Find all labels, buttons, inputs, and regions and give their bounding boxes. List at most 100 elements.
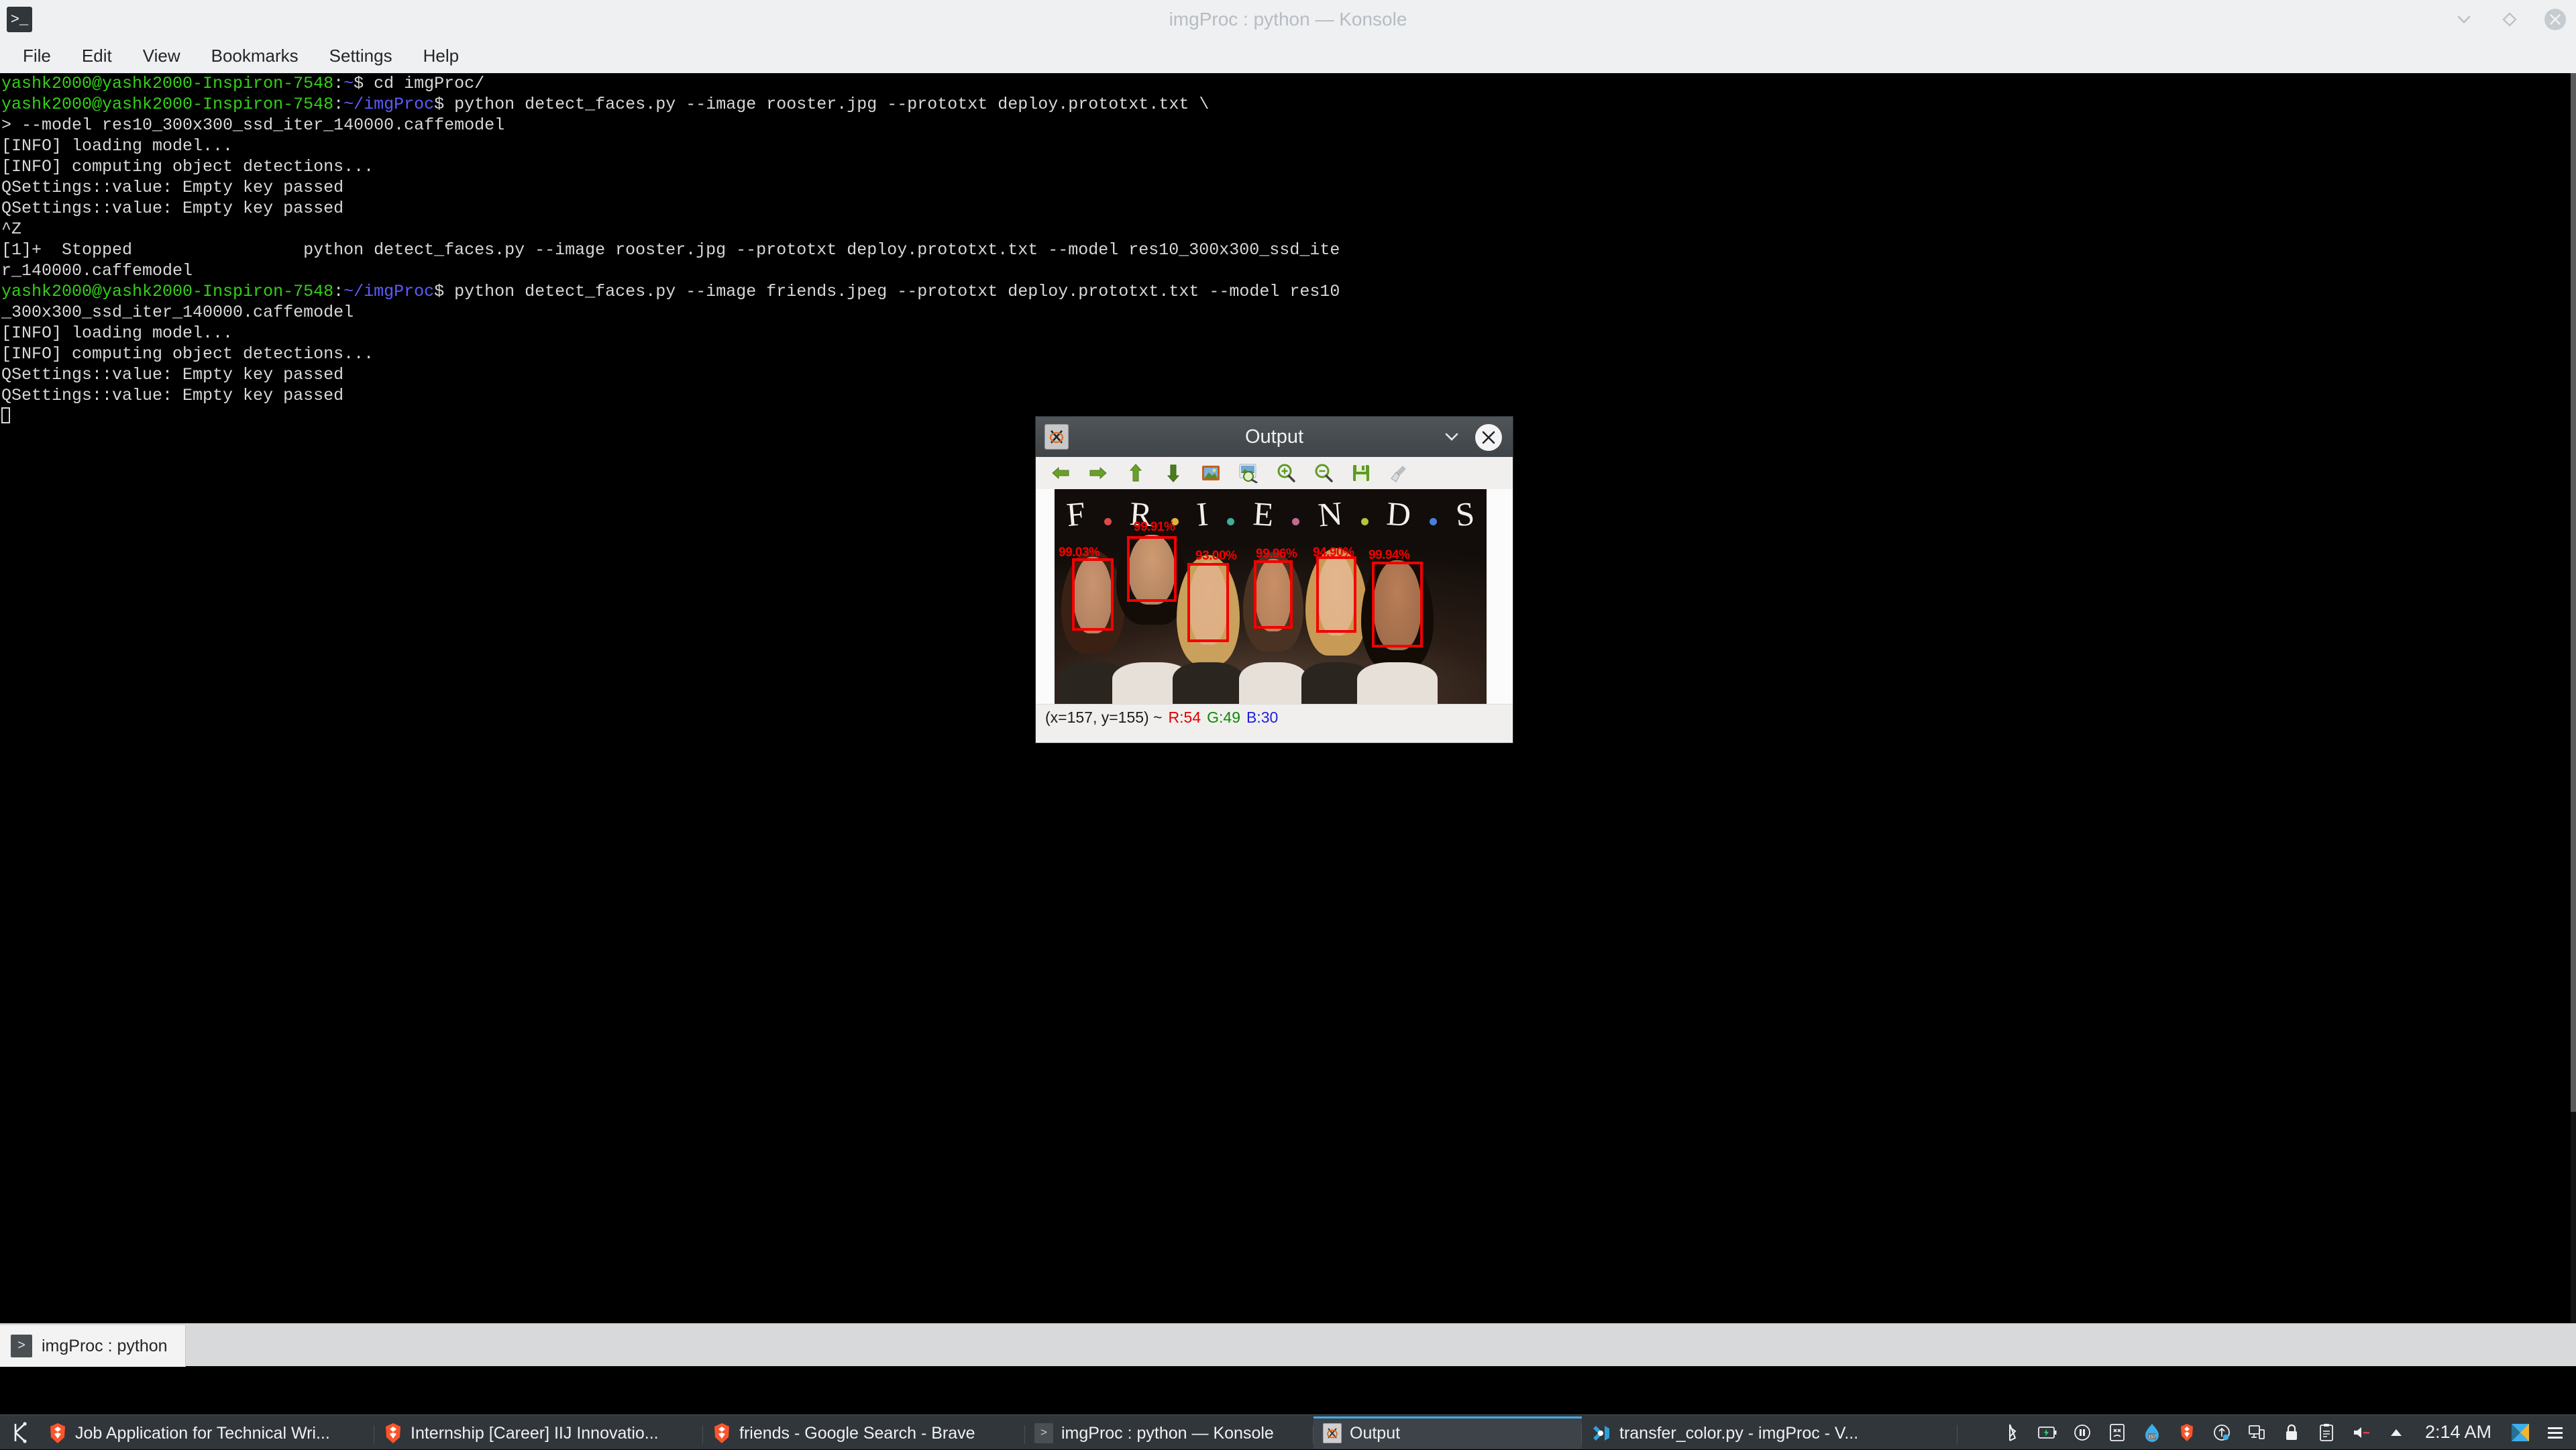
- xwindow-icon: [1323, 1423, 1342, 1443]
- image-icon[interactable]: [1197, 460, 1225, 486]
- broom-icon[interactable]: [1385, 460, 1413, 486]
- minimize-button[interactable]: [1440, 426, 1463, 448]
- face-detection-confidence-label: 99.94%: [1368, 548, 1410, 562]
- terminal-line: QSettings::value: Empty key passed: [1, 386, 344, 405]
- face-detection-confidence-label: 94.90%: [1313, 546, 1354, 560]
- pixel-coordinates: (x=157, y=155) ~: [1045, 709, 1163, 726]
- pixel-red-value: R:54: [1168, 709, 1201, 726]
- arrow-right-icon[interactable]: [1084, 460, 1112, 486]
- menubar: File Edit View Bookmarks Settings Help: [0, 38, 2576, 73]
- magnifier-minus-icon[interactable]: [1309, 460, 1338, 486]
- clock[interactable]: 2:14 AM: [2421, 1422, 2496, 1443]
- terminal-line: r_140000.caffemodel: [1, 261, 193, 280]
- floppy-save-icon[interactable]: [1347, 460, 1375, 486]
- output-window-bottom-edge: [1036, 731, 1513, 743]
- menu-edit[interactable]: Edit: [71, 42, 123, 70]
- face-detection-confidence-label: 99.03%: [1059, 546, 1100, 560]
- photo-subject-body: [1173, 662, 1244, 704]
- friends-logo: FRIENDS: [1060, 493, 1481, 535]
- friends-photo: FRIENDS 99.03% 99.91% 93.00% 99.96% 94.90% 99…: [1055, 489, 1487, 704]
- taskbar-item-2[interactable]: friends - Google Search - Brave: [703, 1416, 1025, 1449]
- terminal-line: [INFO] computing object detections...: [1, 157, 374, 176]
- terminal-scrollbar-thumb[interactable]: [2571, 38, 2576, 1112]
- brave-icon: [712, 1422, 731, 1444]
- kde-menu-icon[interactable]: [0, 1415, 39, 1450]
- brave-tray-icon[interactable]: [2177, 1421, 2197, 1444]
- terminal-line: [1]+ Stopped python detect_faces.py --im…: [1, 240, 1340, 260]
- close-button[interactable]: [1475, 424, 1502, 451]
- brave-icon: [384, 1422, 402, 1444]
- terminal-line: _300x300_ssd_iter_140000.caffemodel: [1, 303, 354, 322]
- taskbar-item-0[interactable]: Job Application for Technical Wri...: [39, 1416, 374, 1449]
- face-detection-box: [1316, 556, 1356, 633]
- kate-icon[interactable]: [2510, 1421, 2530, 1444]
- updates-icon[interactable]: 157: [2142, 1421, 2162, 1444]
- hamburger-icon[interactable]: [2545, 1421, 2565, 1444]
- output-toolbar: [1036, 457, 1513, 489]
- output-image-canvas[interactable]: FRIENDS 99.03% 99.91% 93.00% 99.96% 94.90% 99…: [1036, 489, 1513, 704]
- clipboard-icon[interactable]: [2316, 1421, 2337, 1444]
- taskbar-item-label: Job Application for Technical Wri...: [75, 1423, 330, 1443]
- output-statusbar: (x=157, y=155) ~ R:54 G:49 B:30: [1036, 704, 1513, 731]
- friends-logo-letter: D: [1385, 494, 1413, 534]
- friends-logo-letter: E: [1251, 495, 1275, 533]
- magnifier-plus-icon[interactable]: [1272, 460, 1300, 486]
- show-hidden-icon[interactable]: [2386, 1421, 2406, 1444]
- display-icon[interactable]: [2247, 1421, 2267, 1444]
- pixel-green-value: G:49: [1207, 709, 1241, 726]
- terminal-line: QSettings::value: Empty key passed: [1, 199, 344, 218]
- crash-report-icon[interactable]: [2107, 1421, 2127, 1444]
- clipboard-battery-icon[interactable]: [2037, 1421, 2057, 1444]
- maximize-button[interactable]: [2498, 8, 2521, 31]
- taskbar-item-label: Internship [Career] IIJ Innovatio...: [411, 1423, 659, 1443]
- pixel-blue-value: B:30: [1246, 709, 1279, 726]
- taskbar-item-4[interactable]: Output: [1313, 1416, 1582, 1449]
- terminal-line: [INFO] loading model...: [1, 323, 233, 343]
- taskbar-item-5[interactable]: transfer_color.py - imgProc - V...: [1582, 1416, 1957, 1449]
- lock-icon[interactable]: [2282, 1421, 2302, 1444]
- output-titlebar[interactable]: Output: [1036, 417, 1513, 457]
- face-detection-confidence-label: 99.91%: [1134, 520, 1175, 534]
- pause-media-icon[interactable]: [2072, 1421, 2092, 1444]
- window-title: imgProc : python — Konsole: [1169, 9, 1407, 30]
- friends-logo-dot: [1104, 518, 1112, 525]
- terminal-line: > --model res10_300x300_ssd_iter_140000.…: [1, 115, 505, 135]
- minimize-button[interactable]: [2453, 8, 2475, 31]
- terminal-icon: >: [11, 1335, 32, 1357]
- taskbar-item-label: imgProc : python — Konsole: [1061, 1423, 1274, 1443]
- svg-text:157: 157: [2148, 1435, 2156, 1439]
- upload-icon[interactable]: [2212, 1421, 2232, 1444]
- face-detection-box: [1254, 560, 1293, 629]
- face-detection-confidence-label: 93.00%: [1195, 549, 1237, 563]
- vscode-icon: [1591, 1423, 1611, 1443]
- taskbar-item-1[interactable]: Internship [Career] IIJ Innovatio...: [374, 1416, 703, 1449]
- konsole-titlebar[interactable]: >_ imgProc : python — Konsole: [0, 0, 2576, 38]
- taskbar-item-label: transfer_color.py - imgProc - V...: [1619, 1423, 1859, 1443]
- task-list: Job Application for Technical Wri... Inte…: [39, 1415, 1957, 1450]
- menu-help[interactable]: Help: [413, 42, 470, 70]
- tab-imgproc-python[interactable]: > imgProc : python: [0, 1325, 186, 1367]
- friends-logo-dot: [1226, 518, 1234, 525]
- system-taskbar: Job Application for Technical Wri... Inte…: [0, 1414, 2576, 1449]
- window-controls: [2453, 0, 2567, 38]
- face-detection-box: [1372, 562, 1423, 648]
- menu-view[interactable]: View: [132, 42, 191, 70]
- menu-file[interactable]: File: [12, 42, 62, 70]
- arrow-down-icon[interactable]: [1159, 460, 1187, 486]
- close-button[interactable]: [2544, 8, 2567, 31]
- taskbar-item-label: Output: [1350, 1423, 1401, 1443]
- taskbar-item-label: friends - Google Search - Brave: [739, 1423, 975, 1443]
- bluetooth-icon[interactable]: [2002, 1421, 2023, 1444]
- arrow-up-icon[interactable]: [1122, 460, 1150, 486]
- taskbar-item-3[interactable]: > imgProc : python — Konsole: [1025, 1416, 1313, 1449]
- brave-icon: [48, 1422, 67, 1444]
- friends-logo-dot: [1291, 518, 1299, 525]
- menu-settings[interactable]: Settings: [319, 42, 403, 70]
- terminal-line: yashk2000@yashk2000-Inspiron-7548:~/imgP…: [1, 282, 1340, 301]
- volume-icon[interactable]: [2351, 1421, 2371, 1444]
- output-window: Output F R I E N D S 99.03% 99.91% 93.00…: [1035, 416, 1513, 743]
- menu-bookmarks[interactable]: Bookmarks: [201, 42, 309, 70]
- image-search-icon[interactable]: [1234, 460, 1263, 486]
- arrow-left-icon[interactable]: [1046, 460, 1075, 486]
- konsole-icon: >: [1034, 1423, 1053, 1443]
